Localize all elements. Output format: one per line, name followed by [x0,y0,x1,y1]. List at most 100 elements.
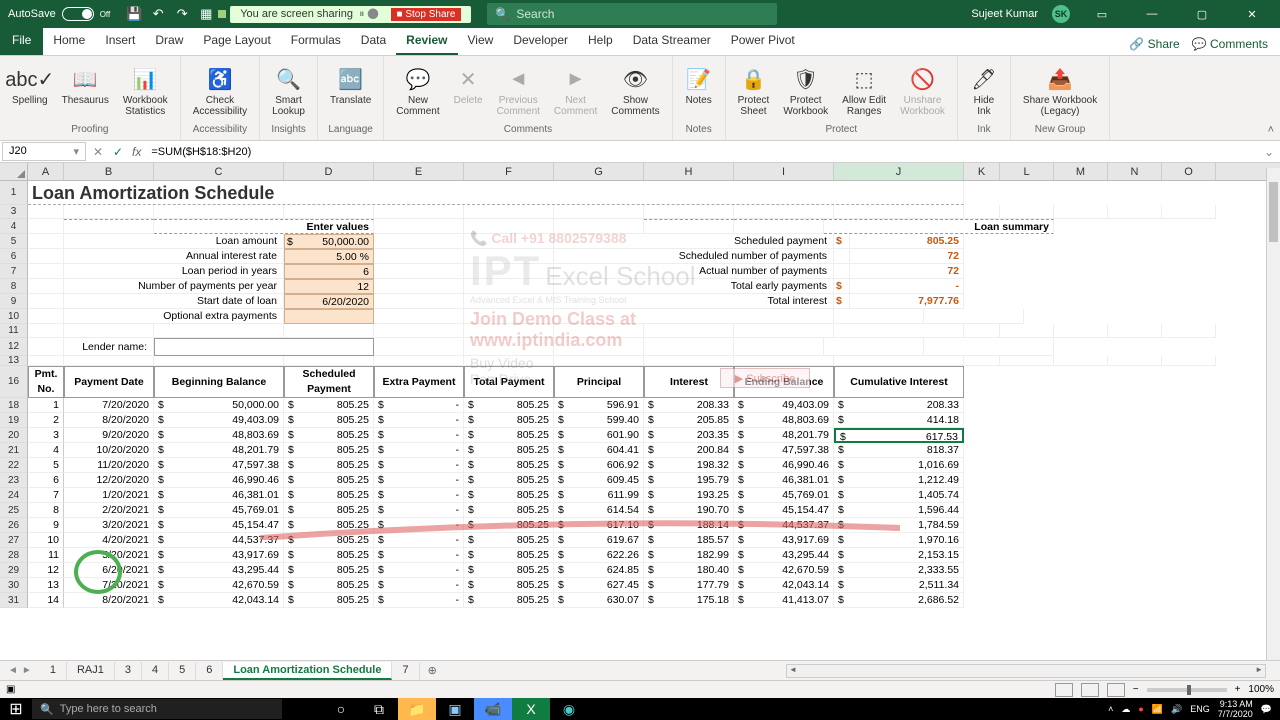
col-header-C[interactable]: C [154,163,284,180]
menu-tab-page-layout[interactable]: Page Layout [193,27,280,55]
user-avatar[interactable]: SK [1052,5,1070,23]
zoom-out-button[interactable]: − [1133,684,1139,695]
row-header[interactable]: 10 [0,309,28,324]
sheet-tab[interactable]: 6 [196,662,223,680]
ribbon-share-workbook-(legacy)[interactable]: 📤Share Workbook(Legacy) [1017,63,1103,119]
ribbon-mode-icon[interactable]: ▭ [1084,0,1120,28]
row-header[interactable]: 12 [0,338,28,356]
menu-tab-draw[interactable]: Draw [145,27,193,55]
row-header[interactable]: 28 [0,548,28,563]
zoom-level[interactable]: 100% [1248,684,1274,695]
col-header-O[interactable]: O [1162,163,1216,180]
taskview-icon[interactable]: ⧉ [360,698,398,720]
ribbon-smart-lookup[interactable]: 🔍SmartLookup [266,63,311,119]
col-header-D[interactable]: D [284,163,374,180]
col-header-I[interactable]: I [734,163,834,180]
row-header[interactable]: 13 [0,356,28,366]
col-header-G[interactable]: G [554,163,644,180]
menu-tab-insert[interactable]: Insert [95,27,145,55]
sheet-tab[interactable]: 5 [169,662,196,680]
select-all-corner[interactable] [0,163,28,180]
row-header[interactable]: 5 [0,234,28,249]
row-header[interactable]: 23 [0,473,28,488]
pagelayout-view-icon[interactable] [1081,683,1099,697]
ribbon-protect-sheet[interactable]: 🔒ProtectSheet [732,63,776,119]
explorer-icon[interactable]: 📁 [398,698,436,720]
row-header[interactable]: 6 [0,249,28,264]
menu-tab-file[interactable]: File [0,27,43,55]
col-header-E[interactable]: E [374,163,464,180]
user-name[interactable]: Sujeet Kumar [971,8,1038,20]
expand-formula-icon[interactable]: ⌄ [1258,145,1280,159]
sheet-tab[interactable]: RAJ1 [67,662,115,680]
tab-nav-prev-icon[interactable]: ◄ [8,665,18,676]
ribbon-translate[interactable]: 🔤Translate [324,63,377,108]
row-header[interactable]: 9 [0,294,28,309]
tray-onedrive-icon[interactable]: ☁ [1121,704,1130,715]
tray-notifications-icon[interactable]: 💬 [1261,704,1272,715]
tray-chevron-icon[interactable]: ˄ [1108,704,1113,714]
col-header-B[interactable]: B [64,163,154,180]
share-button[interactable]: 🔗 Share [1129,37,1179,51]
col-header-M[interactable]: M [1054,163,1108,180]
menu-tab-home[interactable]: Home [43,27,95,55]
row-header[interactable]: 1 [0,181,28,205]
zoom-slider[interactable] [1147,688,1227,692]
tray-rec-icon[interactable]: ● [1138,704,1143,714]
tray-lang-icon[interactable]: ENG [1190,704,1210,714]
edge-icon[interactable]: ◉ [550,698,588,720]
enter-formula-icon[interactable]: ✓ [108,145,128,159]
col-header-L[interactable]: L [1000,163,1054,180]
undo-icon[interactable]: ↶ [150,6,166,22]
pagebreak-view-icon[interactable] [1107,683,1125,697]
collapse-ribbon-icon[interactable]: ˄ [1268,124,1274,136]
row-header[interactable]: 25 [0,503,28,518]
ribbon-check-accessibility[interactable]: ♿CheckAccessibility [187,63,253,119]
cancel-formula-icon[interactable]: ✕ [88,145,108,159]
ribbon-thesaurus[interactable]: 📖Thesaurus [56,63,115,108]
maximize-button[interactable]: ▢ [1184,0,1220,28]
menu-tab-power-pivot[interactable]: Power Pivot [721,27,805,55]
menu-tab-review[interactable]: Review [396,27,457,55]
menu-tab-data[interactable]: Data [351,27,396,55]
col-header-N[interactable]: N [1108,163,1162,180]
row-header[interactable]: 29 [0,563,28,578]
zoom-icon[interactable]: 📹 [474,698,512,720]
row-header[interactable]: 19 [0,413,28,428]
ribbon-protect-workbook[interactable]: 🛡ProtectWorkbook [777,63,834,119]
sheet-tab[interactable]: Loan Amortization Schedule [223,662,392,680]
stop-share-button[interactable]: ■ Stop Share [391,8,462,21]
formula-input[interactable]: =SUM($H$18:$H20) [145,144,1258,160]
tab-nav-next-icon[interactable]: ► [22,665,32,676]
name-box[interactable]: J20▾ [2,142,86,161]
menu-tab-view[interactable]: View [458,27,504,55]
row-header[interactable]: 21 [0,443,28,458]
ribbon-workbook-statistics[interactable]: 📊WorkbookStatistics [117,63,174,119]
row-header[interactable]: 3 [0,205,28,219]
worksheet-grid[interactable]: 1Loan Amortization Schedule34Enter value… [0,181,1280,608]
minimize-button[interactable]: — [1134,0,1170,28]
normal-view-icon[interactable] [1055,683,1073,697]
row-header[interactable]: 11 [0,324,28,338]
tray-clock[interactable]: 9:13 AM7/7/2020 [1218,699,1253,719]
record-macro-icon[interactable]: ▣ [6,684,15,695]
row-header[interactable]: 7 [0,264,28,279]
search-input[interactable]: 🔍 Search [487,3,777,25]
cortana-icon[interactable]: ○ [322,698,360,720]
autosave-toggle[interactable]: AutoSave Off [0,7,118,21]
row-header[interactable]: 20 [0,428,28,443]
save-icon[interactable]: 💾 [126,6,142,22]
row-header[interactable]: 8 [0,279,28,294]
menu-tab-developer[interactable]: Developer [503,27,578,55]
add-sheet-button[interactable]: ⊕ [420,662,445,679]
horizontal-scrollbar[interactable] [786,664,1266,678]
comments-button[interactable]: 💬 Comments [1192,37,1268,51]
fx-icon[interactable]: fx [128,145,145,159]
ribbon-allow-edit-ranges[interactable]: ⬚Allow EditRanges [836,63,892,119]
zoom-in-button[interactable]: + [1235,684,1241,695]
ribbon-notes[interactable]: 📝Notes [679,63,719,108]
row-header[interactable]: 18 [0,398,28,413]
row-header[interactable]: 24 [0,488,28,503]
row-header[interactable]: 27 [0,533,28,548]
vertical-scrollbar[interactable] [1266,168,1280,660]
